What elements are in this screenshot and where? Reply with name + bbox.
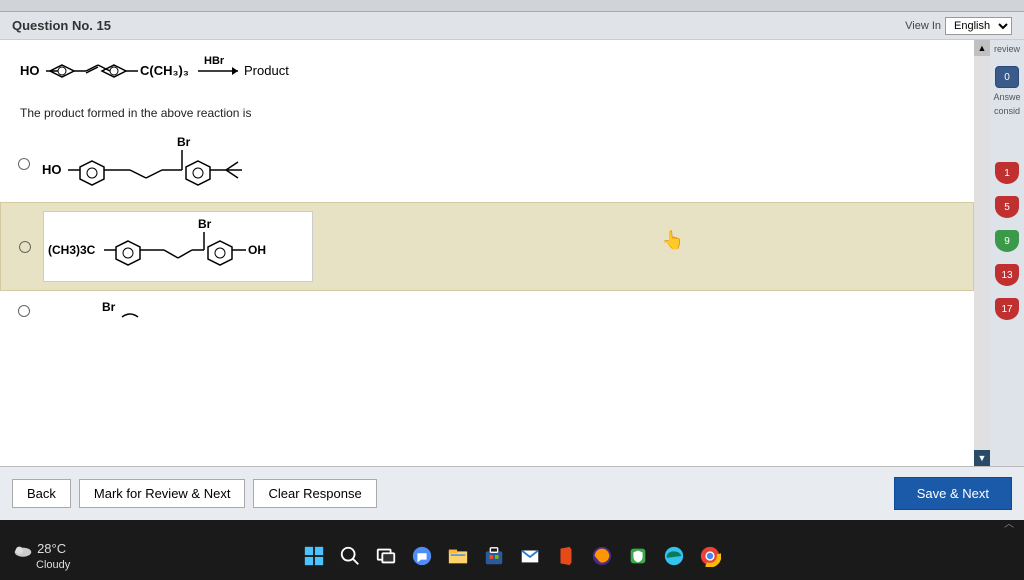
option-c-structure: Br (42, 299, 162, 323)
option-b-structure: Br (CH3)3C OH (48, 216, 308, 272)
windows-taskbar: 28°C Cloudy (0, 532, 1024, 580)
svg-text:C(CH₃)₃: C(CH₃)₃ (140, 63, 189, 78)
scroll-up-icon[interactable]: ▲ (974, 40, 990, 56)
tray-expand-icon[interactable]: ︿ (1004, 515, 1014, 530)
svg-text:HBr: HBr (204, 55, 225, 67)
taskbar-icons (300, 542, 724, 570)
question-badge-13[interactable]: 13 (995, 264, 1019, 286)
svg-text:Br: Br (102, 300, 116, 314)
svg-text:HO: HO (20, 63, 40, 78)
consid-label: consid (994, 106, 1020, 116)
save-next-button[interactable]: Save & Next (894, 477, 1012, 510)
mail-icon[interactable] (516, 542, 544, 570)
file-explorer-icon[interactable] (444, 542, 472, 570)
edge-icon[interactable] (660, 542, 688, 570)
option-c[interactable]: Br (0, 291, 974, 323)
question-badge-5[interactable]: 5 (995, 196, 1019, 218)
svg-text:(CH3)3C: (CH3)3C (48, 243, 96, 257)
content-scrollbar[interactable]: ▲ ▼ (974, 40, 990, 466)
question-badge-17[interactable]: 17 (995, 298, 1019, 320)
firefox-icon[interactable] (588, 542, 616, 570)
chat-icon[interactable] (408, 542, 436, 570)
exam-app-window: Question No. 15 View In English HO (0, 0, 1024, 520)
top-strip (0, 0, 1024, 12)
review-label: review (994, 44, 1020, 54)
office-icon[interactable] (552, 542, 580, 570)
question-structure: HO C(CH₃)₃ HBr Product (0, 40, 974, 100)
answered-count-badge: 0 (995, 66, 1019, 88)
security-icon[interactable] (624, 542, 652, 570)
footer-action-bar: Back Mark for Review & Next Clear Respon… (0, 466, 1024, 520)
option-b[interactable]: Br (CH3)3C OH (0, 202, 974, 291)
temperature: 28°C (37, 541, 66, 556)
reactant-svg: HO C(CH₃)₃ HBr Product (20, 50, 360, 90)
weather-condition: Cloudy (36, 559, 70, 571)
language-select[interactable]: English (945, 17, 1012, 35)
weather-widget[interactable]: 28°C Cloudy (12, 541, 70, 570)
question-badge-1[interactable]: 1 (995, 162, 1019, 184)
question-content: HO C(CH₃)₃ HBr Product (0, 40, 974, 466)
language-switcher: View In English (905, 17, 1012, 35)
radio-b[interactable] (19, 241, 31, 253)
main-area: HO C(CH₃)₃ HBr Product (0, 40, 1024, 466)
option-b-box: Br (CH3)3C OH (43, 211, 313, 282)
svg-text:Br: Br (177, 135, 191, 149)
question-caption: The product formed in the above reaction… (0, 100, 974, 126)
svg-text:OH: OH (248, 243, 266, 257)
view-in-label: View In (905, 20, 941, 32)
scroll-down-icon[interactable]: ▼ (974, 450, 990, 466)
pointer-cursor-icon: 👆 (662, 230, 684, 251)
chrome-icon[interactable] (696, 542, 724, 570)
cloud-icon (12, 543, 34, 559)
clear-response-button[interactable]: Clear Response (253, 479, 376, 508)
svg-text:Br: Br (198, 217, 212, 231)
svg-text:HO: HO (42, 162, 62, 177)
option-a[interactable]: Br HO (0, 126, 974, 202)
svg-text:Product: Product (244, 63, 289, 78)
question-header: Question No. 15 View In English (0, 12, 1024, 40)
task-view-icon[interactable] (372, 542, 400, 570)
store-icon[interactable] (480, 542, 508, 570)
radio-c[interactable] (18, 305, 30, 317)
search-icon[interactable] (336, 542, 364, 570)
question-number-label: Question No. 15 (12, 18, 905, 33)
mark-review-button[interactable]: Mark for Review & Next (79, 479, 246, 508)
radio-a[interactable] (18, 158, 30, 170)
back-button[interactable]: Back (12, 479, 71, 508)
question-badge-9[interactable]: 9 (995, 230, 1019, 252)
answer-label: Answe (993, 92, 1020, 102)
start-icon[interactable] (300, 542, 328, 570)
question-palette-sidebar: review 0 Answe consid 1 5 9 13 17 (990, 40, 1024, 466)
option-a-structure: Br HO (42, 134, 302, 194)
